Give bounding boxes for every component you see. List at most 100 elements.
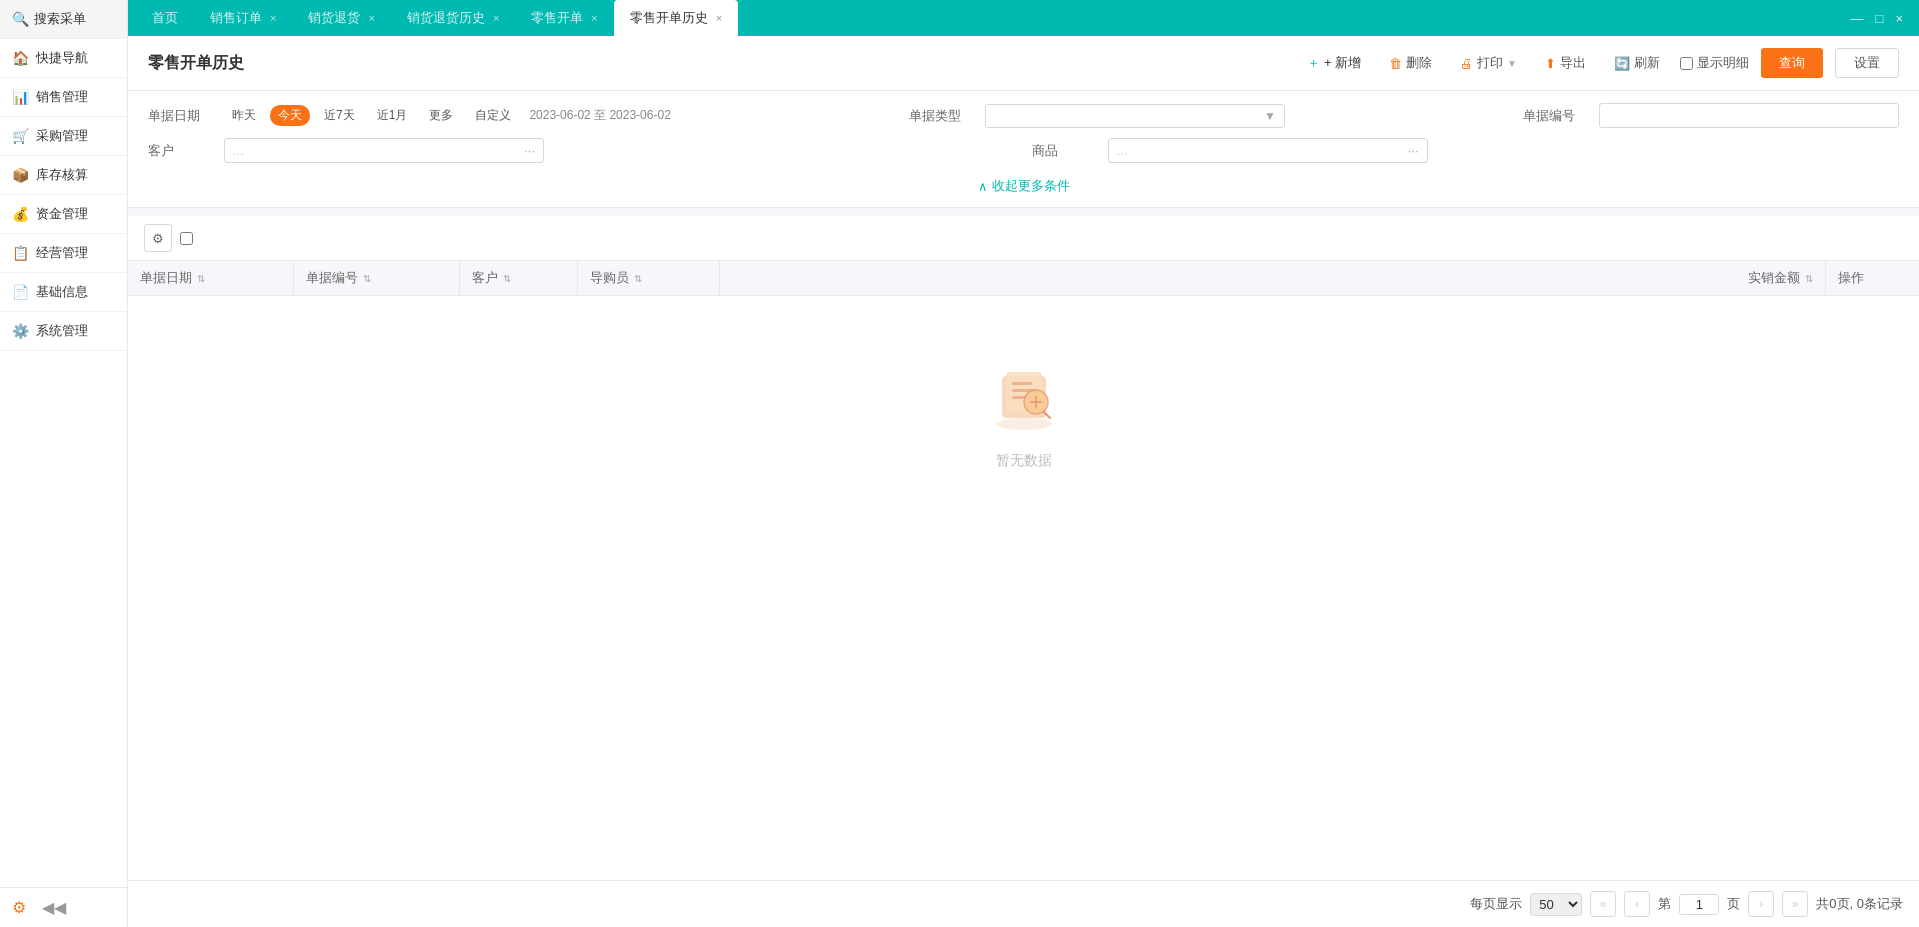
date-label: 单据日期 xyxy=(148,107,208,125)
cart-icon: 🛒 xyxy=(12,128,28,144)
empty-state: 暂无数据 xyxy=(128,296,1919,530)
page-label-after: 页 xyxy=(1727,895,1740,913)
th-action: 操作 xyxy=(1826,261,1919,296)
chevron-down-icon: ▼ xyxy=(1264,109,1276,123)
th-amount: 实销金额 ⇅ xyxy=(719,261,1826,296)
page-number-input[interactable] xyxy=(1679,894,1719,915)
tab-retail-open-close[interactable]: × xyxy=(591,12,597,24)
tab-sales-return-label: 销货退货 xyxy=(308,9,360,27)
sidebar-item-finance[interactable]: 💰 资金管理 xyxy=(0,195,127,234)
prev-page-btn[interactable]: ‹ xyxy=(1624,891,1650,917)
sidebar-search[interactable]: 🔍 搜索采单 xyxy=(0,0,127,39)
sidebar-item-label: 库存核算 xyxy=(36,166,88,184)
tab-retail-history-close[interactable]: × xyxy=(716,12,722,24)
tab-retail-open[interactable]: 零售开单 × xyxy=(515,0,613,36)
sidebar-bottom: ⚙ ◀◀ xyxy=(0,887,127,927)
sidebar-item-basic-info[interactable]: 📄 基础信息 xyxy=(0,273,127,312)
doc-num-label: 单据编号 xyxy=(1523,107,1583,125)
customer-select[interactable]: ... ··· xyxy=(224,138,544,163)
th-date: 单据日期 ⇅ xyxy=(128,261,293,296)
collapse-label: 收起更多条件 xyxy=(992,177,1070,195)
tab-sales-return-history-close[interactable]: × xyxy=(493,12,499,24)
sidebar-item-label: 基础信息 xyxy=(36,283,88,301)
data-table: 单据日期 ⇅ 单据编号 ⇅ xyxy=(128,261,1919,296)
display-detail-input[interactable] xyxy=(1680,57,1693,70)
settings-button[interactable]: 设置 xyxy=(1835,48,1899,78)
sidebar-search-label: 搜索采单 xyxy=(34,10,86,28)
print-button[interactable]: 🖨 打印 ▼ xyxy=(1452,50,1525,76)
doc-type-label: 单据类型 xyxy=(909,107,969,125)
first-page-btn[interactable]: « xyxy=(1590,891,1616,917)
table-area: ⚙ 单据日期 ⇅ xyxy=(128,216,1919,927)
collapse-icon[interactable]: ◀◀ xyxy=(42,898,66,917)
last-page-btn[interactable]: » xyxy=(1782,891,1808,917)
shortcut-custom[interactable]: 自定义 xyxy=(467,105,519,126)
top-tabs: 首页 销售订单 × 销货退货 × 销货退货历史 × 零售开单 × 零售开单历史 … xyxy=(128,0,1919,36)
shortcut-more[interactable]: 更多 xyxy=(421,105,461,126)
collapse-row[interactable]: ∧ 收起更多条件 xyxy=(148,173,1899,195)
tab-sales-return-history-label: 销货退货历史 xyxy=(407,9,485,27)
doc-num-input[interactable] xyxy=(1599,103,1899,128)
goods-dots-icon: ··· xyxy=(1408,143,1419,158)
empty-text: 暂无数据 xyxy=(996,452,1052,470)
display-detail-checkbox[interactable]: 显示明细 xyxy=(1680,54,1749,72)
tab-sales-return-history[interactable]: 销货退货历史 × xyxy=(391,0,515,36)
goods-select[interactable]: ... ··· xyxy=(1108,138,1428,163)
refresh-icon: 🔄 xyxy=(1614,56,1630,71)
shortcut-yesterday[interactable]: 昨天 xyxy=(224,105,264,126)
sort-date-icon[interactable]: ⇅ xyxy=(197,273,205,284)
customer-dots-icon: ··· xyxy=(524,143,535,158)
table-header-row: 单据日期 ⇅ 单据编号 ⇅ xyxy=(128,261,1919,296)
sort-customer-icon[interactable]: ⇅ xyxy=(503,273,511,284)
shortcut-7days[interactable]: 近7天 xyxy=(316,105,363,126)
sort-amount-icon[interactable]: ⇅ xyxy=(1805,273,1813,284)
sidebar-item-label: 采购管理 xyxy=(36,127,88,145)
goods-label: 商品 xyxy=(1032,142,1092,160)
sort-num-icon[interactable]: ⇅ xyxy=(363,273,371,284)
window-max-btn[interactable]: □ xyxy=(1876,11,1884,26)
table-settings-btn[interactable]: ⚙ xyxy=(144,224,172,252)
sidebar-item-quick-nav[interactable]: 🏠 快捷导航 xyxy=(0,39,127,78)
select-all-checkbox[interactable] xyxy=(180,232,193,245)
tab-home[interactable]: 首页 xyxy=(136,0,194,36)
filter-row-2: 客户 ... ··· 商品 ... ··· xyxy=(148,138,1899,163)
per-page-label: 每页显示 xyxy=(1470,895,1522,913)
doc-icon: 📄 xyxy=(12,284,28,300)
settings-bottom-icon[interactable]: ⚙ xyxy=(12,898,26,917)
tab-retail-history[interactable]: 零售开单历史 × xyxy=(614,0,738,36)
doc-type-select[interactable]: ▼ xyxy=(985,104,1285,128)
sort-salesperson-icon[interactable]: ⇅ xyxy=(634,273,642,284)
th-num: 单据编号 ⇅ xyxy=(293,261,459,296)
filter-row-1: 单据日期 昨天 今天 近7天 近1月 更多 自定义 2023-06-02 至 2… xyxy=(148,103,1899,128)
table-wrap: 单据日期 ⇅ 单据编号 ⇅ xyxy=(128,261,1919,880)
shortcut-1month[interactable]: 近1月 xyxy=(369,105,416,126)
refresh-button[interactable]: 🔄 刷新 xyxy=(1606,50,1668,76)
delete-button[interactable]: 🗑 删除 xyxy=(1381,50,1440,76)
clipboard-icon: 📋 xyxy=(12,245,28,261)
export-icon: ⬆ xyxy=(1545,56,1556,71)
window-close-btn[interactable]: × xyxy=(1895,11,1903,26)
sidebar-item-label: 经营管理 xyxy=(36,244,88,262)
customer-value: ... xyxy=(233,143,244,158)
sidebar-item-purchase-mgmt[interactable]: 🛒 采购管理 xyxy=(0,117,127,156)
sidebar-item-operations[interactable]: 📋 经营管理 xyxy=(0,234,127,273)
table-toolbar: ⚙ xyxy=(128,216,1919,261)
tab-sales-order[interactable]: 销售订单 × xyxy=(194,0,292,36)
tab-sales-order-close[interactable]: × xyxy=(270,12,276,24)
sidebar-item-sys-mgmt[interactable]: ⚙️ 系统管理 xyxy=(0,312,127,351)
sidebar-item-inventory[interactable]: 📦 库存核算 xyxy=(0,156,127,195)
next-page-btn[interactable]: › xyxy=(1748,891,1774,917)
tab-sales-return[interactable]: 销货退货 × xyxy=(292,0,390,36)
sidebar-item-sales-mgmt[interactable]: 📊 销售管理 xyxy=(0,78,127,117)
per-page-select[interactable]: 50 10 20 100 xyxy=(1530,893,1582,916)
query-button[interactable]: 查询 xyxy=(1761,48,1823,78)
tab-sales-return-close[interactable]: × xyxy=(368,12,374,24)
gear-icon: ⚙️ xyxy=(12,323,28,339)
add-icon: ＋ xyxy=(1307,54,1320,72)
sidebar-item-label: 销售管理 xyxy=(36,88,88,106)
window-min-btn[interactable]: — xyxy=(1851,11,1864,26)
export-button[interactable]: ⬆ 导出 xyxy=(1537,50,1594,76)
add-button[interactable]: ＋ + 新增 xyxy=(1299,50,1369,76)
tab-retail-history-label: 零售开单历史 xyxy=(630,9,708,27)
shortcut-today[interactable]: 今天 xyxy=(270,105,310,126)
